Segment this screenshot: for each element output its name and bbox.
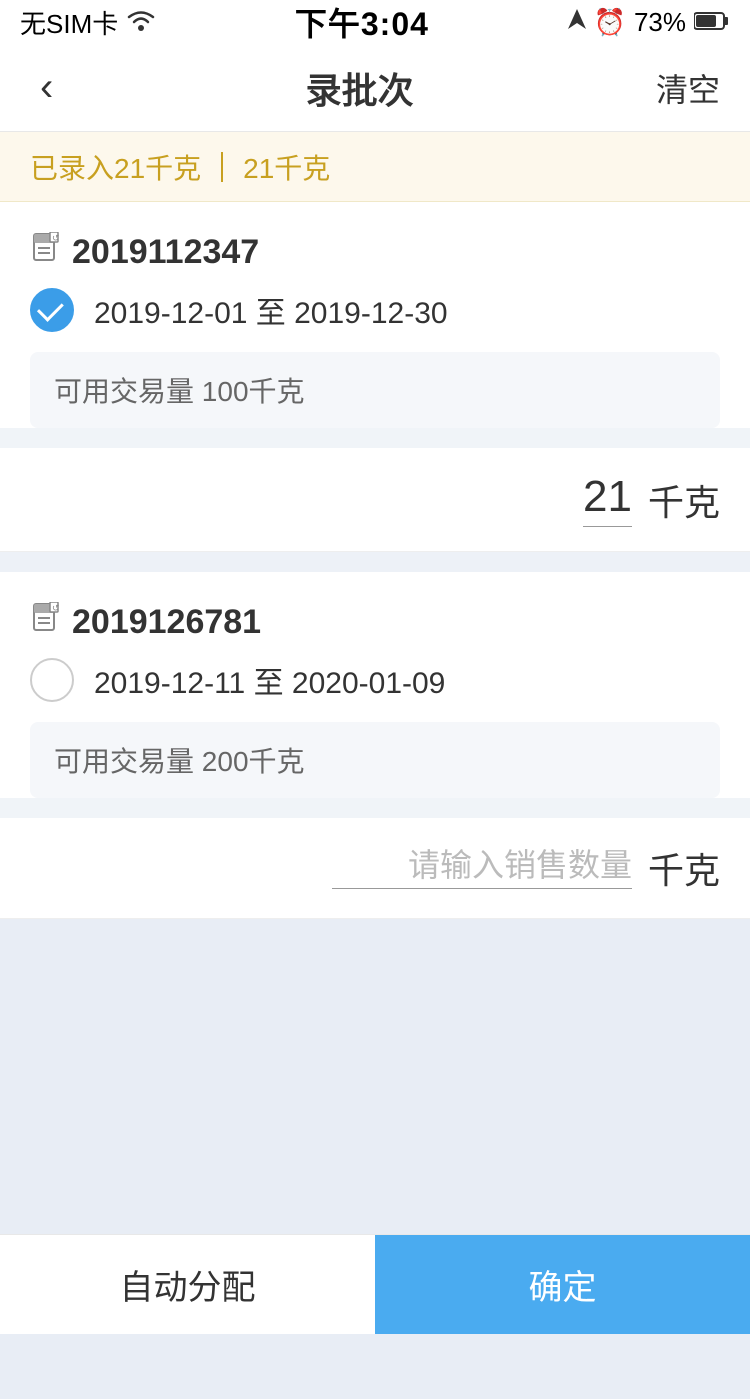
batch2-available: 可用交易量 200千克 (30, 722, 720, 798)
status-bar: 无SIM卡 下午3:04 ⏰ 73% (0, 0, 750, 44)
batch1-amount-unit: 千克 (648, 474, 720, 526)
recorded-value: 21千克 (243, 147, 330, 187)
status-time: 下午3:04 (295, 0, 429, 45)
batch2-date: 2019-12-11 至 2020-01-09 (94, 658, 445, 702)
batch1-date-row[interactable]: 2019-12-01 至 2019-12-30 (30, 288, 720, 332)
section-separator (0, 552, 750, 572)
batch2-quantity-input[interactable] (332, 847, 632, 889)
batch2-date-row[interactable]: 2019-12-11 至 2020-01-09 (30, 658, 720, 702)
wifi-icon (126, 7, 156, 38)
svg-text:↺: ↺ (52, 603, 60, 613)
location-icon (568, 7, 586, 38)
recorded-label: 已录入21千克 (30, 147, 201, 187)
page-title: 录批次 (306, 62, 414, 114)
batch1-available-value: 100千克 (202, 376, 305, 407)
alarm-icon: ⏰ (594, 7, 626, 38)
info-banner: 已录入21千克 21千克 (0, 132, 750, 202)
battery-icon (694, 7, 730, 38)
auto-distribute-button[interactable]: 自动分配 (0, 1235, 375, 1334)
batch1-radio[interactable] (30, 288, 74, 332)
info-divider (221, 152, 223, 182)
batch1-date: 2019-12-01 至 2019-12-30 (94, 288, 448, 332)
battery-text: 73% (634, 7, 686, 38)
batch2-id: 2019126781 (72, 603, 261, 642)
clear-button[interactable]: 清空 (656, 65, 720, 111)
batch1-amount-row: 21 千克 (0, 448, 750, 552)
batch2-doc-icon: ↺ (30, 602, 62, 642)
back-button[interactable]: ‹ (30, 55, 63, 120)
carrier-text: 无SIM卡 (20, 4, 118, 41)
batch2-input-row: 千克 (0, 818, 750, 919)
status-left: 无SIM卡 (20, 4, 156, 41)
bottom-bar: 自动分配 确定 (0, 1234, 750, 1334)
batch2-available-text: 可用交易量 200千克 (54, 746, 305, 777)
batch1-available-text: 可用交易量 100千克 (54, 376, 305, 407)
svg-text:↺: ↺ (52, 233, 60, 243)
batch2-card: ↺ 2019126781 2019-12-11 至 2020-01-09 可用交… (0, 572, 750, 798)
batch1-header: ↺ 2019112347 (30, 232, 720, 272)
batch2-available-value: 200千克 (202, 746, 305, 777)
status-right: ⏰ 73% (568, 7, 730, 38)
batch1-card: ↺ 2019112347 2019-12-01 至 2019-12-30 可用交… (0, 202, 750, 428)
batch1-amount-value: 21 (583, 472, 632, 521)
batch2-header: ↺ 2019126781 (30, 602, 720, 642)
batch2-input-unit: 千克 (648, 842, 720, 894)
batch1-amount-container: 21 (583, 472, 632, 527)
batch1-id: 2019112347 (72, 233, 259, 272)
batch1-doc-icon: ↺ (30, 232, 62, 272)
batch1-available: 可用交易量 100千克 (30, 352, 720, 428)
batch2-radio[interactable] (30, 658, 74, 702)
confirm-button[interactable]: 确定 (375, 1235, 750, 1334)
nav-bar: ‹ 录批次 清空 (0, 44, 750, 132)
